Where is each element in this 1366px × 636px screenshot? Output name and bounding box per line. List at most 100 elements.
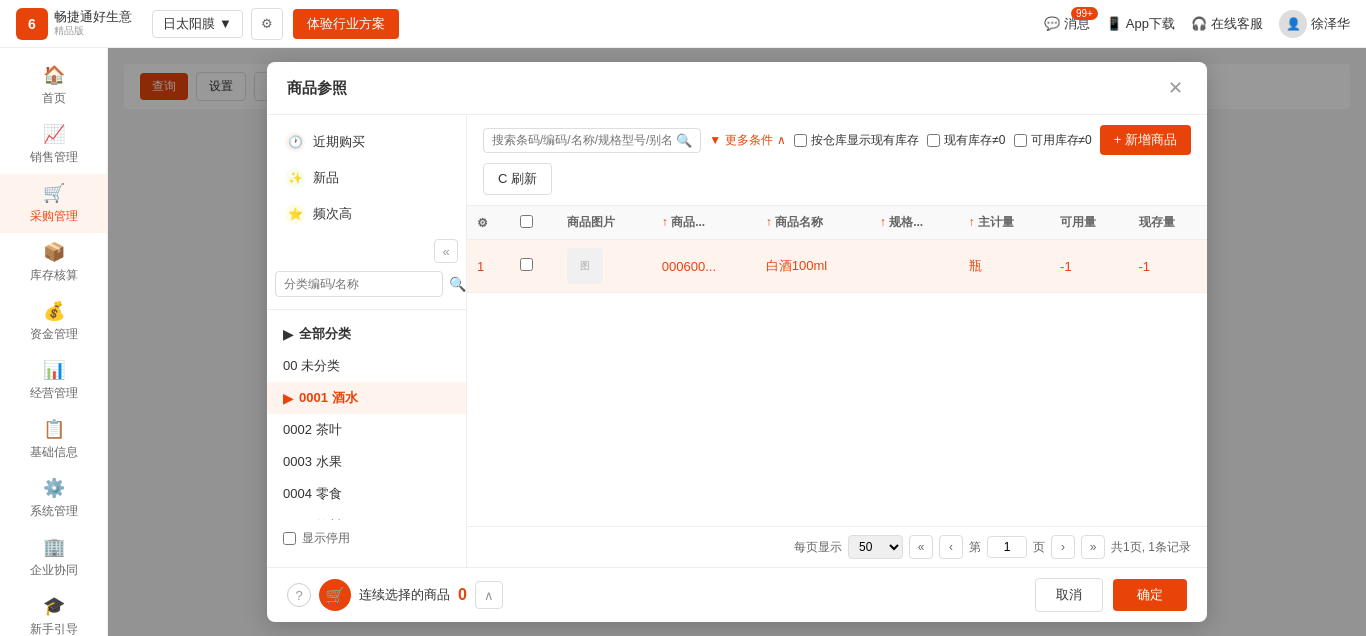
col-checkbox xyxy=(510,206,556,240)
warehouse-stock-checkbox[interactable] xyxy=(794,134,807,147)
stock-ne0-checkbox[interactable] xyxy=(927,134,940,147)
cart-icon: 🛒 xyxy=(319,579,351,611)
modal-header: 商品参照 ✕ xyxy=(267,62,1207,115)
app-download-btn[interactable]: 📱 App下载 xyxy=(1106,15,1175,33)
sort-up-name-icon[interactable]: ↑ xyxy=(766,215,772,229)
sidebar-label-basics: 基础信息 xyxy=(30,444,78,461)
cat-0003-label: 0003 水果 xyxy=(283,453,342,471)
modal-body: 🕐 近期购买 ✨ 新品 ⭐ 频次高 « xyxy=(267,115,1207,567)
username: 徐泽华 xyxy=(1311,15,1350,33)
sidebar-item-purchase[interactable]: 🛒 采购管理 xyxy=(0,174,107,233)
col-stock-label: 现存量 xyxy=(1139,215,1175,229)
logo-icon: 6 xyxy=(16,8,48,40)
sidebar-label-system: 系统管理 xyxy=(30,503,78,520)
cell-unit: 瓶 xyxy=(959,240,1051,293)
collapse-footer-btn[interactable]: ∧ xyxy=(475,581,503,609)
col-spec-label: 规格... xyxy=(889,215,923,229)
sidebar-item-home[interactable]: 🏠 首页 xyxy=(0,56,107,115)
avail-ne0-checkbox[interactable] xyxy=(1014,134,1027,147)
cell-spec xyxy=(870,240,959,293)
category-search-input[interactable] xyxy=(275,271,443,297)
category-0001[interactable]: ▶ 0001 酒水 xyxy=(267,382,466,414)
dropdown-icon: ▼ xyxy=(219,16,232,31)
filter-label: 更多条件 xyxy=(725,132,773,149)
sidebar-item-sales[interactable]: 📈 销售管理 xyxy=(0,115,107,174)
sidebar-item-inventory[interactable]: 📦 库存核算 xyxy=(0,233,107,292)
sort-up-icon[interactable]: ↑ xyxy=(662,215,668,229)
show-disabled-row: 显示停用 xyxy=(267,520,466,557)
logo-text-block: 畅捷通好生意 精品版 xyxy=(54,9,132,39)
sidebar-item-operations[interactable]: 📊 经营管理 xyxy=(0,351,107,410)
modal-close-btn[interactable]: ✕ xyxy=(1163,76,1187,100)
cell-name: 白酒100ml xyxy=(756,240,870,293)
new-product-btn[interactable]: ✨ 新品 xyxy=(275,161,458,195)
last-page-btn[interactable]: » xyxy=(1081,535,1105,559)
avail-ne0-label[interactable]: 可用库存≠0 xyxy=(1014,132,1092,149)
online-service-btn[interactable]: 🎧 在线客服 xyxy=(1191,15,1263,33)
category-search-icon[interactable]: 🔍 xyxy=(449,276,466,292)
category-0004[interactable]: 0004 零食 xyxy=(267,478,466,510)
app-download-label: App下载 xyxy=(1126,15,1175,33)
select-all-checkbox[interactable] xyxy=(520,215,533,228)
sidebar-label-finance: 资金管理 xyxy=(30,326,78,343)
row-checkbox[interactable] xyxy=(520,258,533,271)
prev-page-btn[interactable]: ‹ xyxy=(939,535,963,559)
message-icon: 💬 xyxy=(1044,16,1060,31)
user-area[interactable]: 👤 徐泽华 xyxy=(1279,10,1350,38)
per-page-select[interactable]: 50 100 200 xyxy=(848,535,903,559)
sidebar-item-guide[interactable]: 🎓 新手引导 xyxy=(0,587,107,636)
refresh-btn[interactable]: C 刷新 xyxy=(483,163,552,195)
table-row[interactable]: 1 图 000600... 白酒100ml 瓶 xyxy=(467,240,1207,293)
page-number-input[interactable] xyxy=(987,536,1027,558)
search-wrap: 🔍 xyxy=(483,128,701,153)
show-disabled-checkbox[interactable] xyxy=(283,532,296,545)
first-page-btn[interactable]: « xyxy=(909,535,933,559)
home-icon: 🏠 xyxy=(43,64,65,86)
left-filter-panel: 🕐 近期购买 ✨ 新品 ⭐ 频次高 « xyxy=(267,115,467,567)
category-0002[interactable]: 0002 茶叶 xyxy=(267,414,466,446)
frequent-label: 频次高 xyxy=(313,205,352,223)
stock-ne0-text: 现有库存≠0 xyxy=(944,132,1005,149)
collapse-panel-btn[interactable]: « xyxy=(434,239,458,263)
settings-icon-btn[interactable]: ⚙ xyxy=(251,8,283,40)
recent-purchase-btn[interactable]: 🕐 近期购买 xyxy=(275,125,458,159)
search-mag-icon[interactable]: 🔍 xyxy=(676,133,692,148)
confirm-btn[interactable]: 确定 xyxy=(1113,579,1187,611)
next-page-btn[interactable]: › xyxy=(1051,535,1075,559)
add-product-btn[interactable]: + 新增商品 xyxy=(1100,125,1191,155)
category-0003[interactable]: 0003 水果 xyxy=(267,446,466,478)
cat-00-label: 00 未分类 xyxy=(283,357,340,375)
product-reference-modal: 商品参照 ✕ 🕐 近期购买 ✨ 新 xyxy=(267,62,1207,622)
category-0005[interactable]: 0005 饮料 xyxy=(267,510,466,520)
messages-btn[interactable]: 💬 消息 99+ xyxy=(1044,15,1090,33)
sidebar-label-collab: 企业协同 xyxy=(30,562,78,579)
col-settings[interactable]: ⚙ xyxy=(467,206,510,240)
mobile-icon: 📱 xyxy=(1106,16,1122,31)
per-page-label: 每页显示 xyxy=(794,539,842,556)
product-thumbnail: 图 xyxy=(567,248,603,284)
product-table-wrap: ⚙ 商品图片 ↑ 商品... ↑ xyxy=(467,206,1207,526)
company-selector[interactable]: 日太阳膜 ▼ xyxy=(152,10,243,38)
sidebar-item-system[interactable]: ⚙️ 系统管理 xyxy=(0,469,107,528)
experience-btn[interactable]: 体验行业方案 xyxy=(293,9,399,39)
product-search-input[interactable] xyxy=(492,133,672,147)
selected-label: 连续选择的商品 xyxy=(359,586,450,604)
col-image-label: 商品图片 xyxy=(567,215,615,229)
cell-image: 图 xyxy=(557,240,652,293)
table-header-row: ⚙ 商品图片 ↑ 商品... ↑ xyxy=(467,206,1207,240)
category-00[interactable]: 00 未分类 xyxy=(267,350,466,382)
sidebar-item-basics[interactable]: 📋 基础信息 xyxy=(0,410,107,469)
sort-up-spec-icon[interactable]: ↑ xyxy=(880,215,886,229)
footer-left: ? 🛒 连续选择的商品 0 ∧ xyxy=(287,579,503,611)
sort-up-unit-icon[interactable]: ↑ xyxy=(969,215,975,229)
recent-purchase-label: 近期购买 xyxy=(313,133,365,151)
more-filter-btn[interactable]: ▼ 更多条件 ∧ xyxy=(709,132,786,149)
stock-ne0-label[interactable]: 现有库存≠0 xyxy=(927,132,1005,149)
sidebar-item-finance[interactable]: 💰 资金管理 xyxy=(0,292,107,351)
help-btn[interactable]: ? xyxy=(287,583,311,607)
cancel-btn[interactable]: 取消 xyxy=(1035,578,1103,612)
frequent-btn[interactable]: ⭐ 频次高 xyxy=(275,197,458,231)
sidebar-item-collab[interactable]: 🏢 企业协同 xyxy=(0,528,107,587)
warehouse-stock-label[interactable]: 按仓库显示现有库存 xyxy=(794,132,919,149)
category-all[interactable]: ▶ 全部分类 xyxy=(267,318,466,350)
